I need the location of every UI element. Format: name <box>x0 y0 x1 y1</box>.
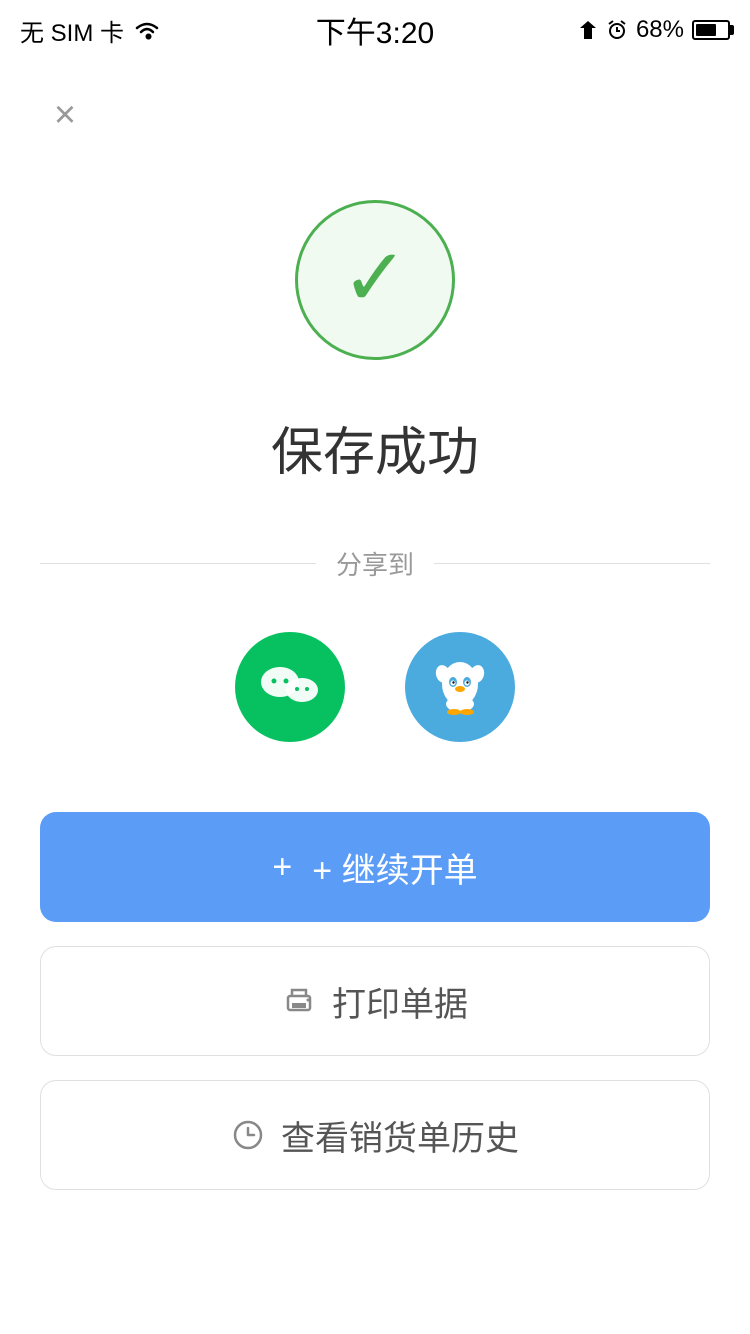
status-right: 68% <box>578 16 730 44</box>
continue-label: + 继续开单 <box>312 843 477 892</box>
history-icon <box>231 1118 265 1152</box>
no-sim-text: 无 SIM 卡 <box>20 13 124 48</box>
wechat-share-button[interactable] <box>235 632 345 742</box>
divider-line-right <box>434 563 710 564</box>
wifi-icon <box>134 20 160 40</box>
wechat-icon <box>258 660 323 715</box>
close-button[interactable]: × <box>40 90 90 140</box>
history-label: 查看销货单历史 <box>281 1111 519 1160</box>
success-icon-circle: ✓ <box>295 200 455 360</box>
battery-percent: 68% <box>636 16 684 44</box>
share-divider: 分享到 <box>0 545 750 582</box>
qq-icon <box>428 652 493 722</box>
success-title: 保存成功 <box>271 410 479 485</box>
status-time: 下午3:20 <box>316 8 434 52</box>
continue-button[interactable]: + + 继续开单 <box>40 812 710 922</box>
print-label: 打印单据 <box>332 977 468 1026</box>
continue-plus-icon: + <box>272 848 292 887</box>
main-content: ✓ 保存成功 分享到 <box>0 140 750 1334</box>
divider-line-left <box>40 563 316 564</box>
history-button[interactable]: 查看销货单历史 <box>40 1080 710 1190</box>
share-label: 分享到 <box>316 545 434 582</box>
print-icon <box>282 984 316 1018</box>
status-bar: 无 SIM 卡 下午3:20 68% <box>0 0 750 60</box>
print-button[interactable]: 打印单据 <box>40 946 710 1056</box>
location-icon <box>578 20 598 40</box>
battery-icon <box>692 20 730 40</box>
qq-share-button[interactable] <box>405 632 515 742</box>
share-buttons-row <box>235 632 515 742</box>
close-icon: × <box>54 96 76 134</box>
alarm-icon <box>606 19 628 41</box>
checkmark-icon: ✓ <box>341 238 408 318</box>
status-left: 无 SIM 卡 <box>20 13 160 48</box>
action-buttons: + + 继续开单 打印单据 查看销货单历史 <box>0 812 750 1190</box>
